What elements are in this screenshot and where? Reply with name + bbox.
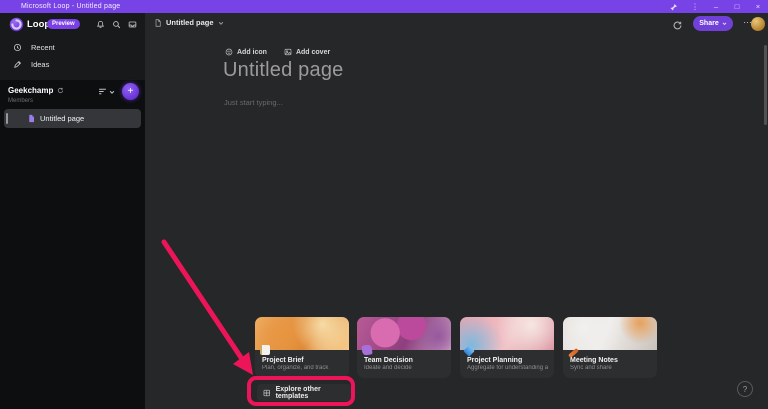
- template-subtitle: Ideate and decide: [364, 365, 445, 371]
- page-item-label: Untitled page: [40, 114, 84, 123]
- window-title: Microsoft Loop - Untitled page: [21, 3, 120, 10]
- template-thumbnail: [460, 317, 554, 350]
- template-card-project-brief[interactable]: Project Brief Plan, organize, and track: [255, 317, 349, 378]
- smiley-icon: [225, 48, 233, 56]
- sidebar: Loop Preview Recent: [0, 13, 145, 409]
- add-icon-label: Add icon: [237, 49, 267, 56]
- breadcrumb[interactable]: Untitled page: [154, 18, 224, 27]
- notifications-bell-icon[interactable]: [96, 20, 105, 29]
- help-button[interactable]: ?: [737, 381, 753, 397]
- share-button-label: Share: [699, 20, 718, 27]
- breadcrumb-page-title: Untitled page: [166, 18, 214, 27]
- chevron-down-icon: [109, 89, 115, 95]
- sort-filter-button[interactable]: [98, 87, 115, 96]
- workspace-name: Geekchamp: [8, 86, 53, 95]
- vertical-scrollbar[interactable]: [764, 45, 767, 125]
- template-subtitle: Aggregate for understanding an...: [467, 365, 548, 371]
- editor-placeholder[interactable]: Just start typing...: [224, 98, 283, 107]
- clock-icon: [13, 43, 22, 52]
- pen-icon: [13, 60, 22, 69]
- pin-icon[interactable]: [669, 0, 679, 13]
- avatar[interactable]: [751, 17, 765, 31]
- add-cover-label: Add cover: [296, 49, 330, 56]
- maximize-button[interactable]: □: [732, 0, 742, 13]
- notebook-icon: [260, 345, 270, 355]
- preview-badge: Preview: [47, 19, 80, 29]
- template-thumbnail: [255, 317, 349, 350]
- template-card-project-planning[interactable]: Project Planning Aggregate for understan…: [460, 317, 554, 378]
- diamond-icon: [463, 345, 474, 356]
- selected-indicator: [6, 113, 8, 124]
- add-icon-button[interactable]: Add icon: [225, 48, 267, 56]
- sidebar-header: Loop Preview Recent: [0, 13, 145, 80]
- new-page-button[interactable]: +: [122, 83, 139, 100]
- workspace-members-label: Members: [8, 98, 33, 104]
- template-card-meeting-notes[interactable]: Meeting Notes Sync and share: [563, 317, 657, 378]
- chevron-down-icon: [218, 20, 224, 26]
- template-title: Project Brief: [262, 357, 349, 364]
- explore-other-templates-button[interactable]: Explore other templates: [257, 384, 351, 401]
- template-thumbnail: [357, 317, 451, 350]
- sidebar-item-ideas[interactable]: Ideas: [0, 56, 145, 73]
- page-icon: [27, 114, 36, 123]
- loop-app-window: Microsoft Loop - Untitled page ⋮ – □ × L…: [0, 0, 768, 409]
- catch-up-icon[interactable]: [672, 18, 683, 29]
- grid-icon: [263, 389, 271, 397]
- decision-icon: [361, 344, 372, 355]
- add-cover-button[interactable]: Add cover: [284, 48, 330, 56]
- main-content: Untitled page Share … Add icon: [145, 13, 768, 409]
- template-title: Team Decision: [364, 357, 451, 364]
- page-icon: [154, 19, 162, 27]
- explore-button-label: Explore other templates: [276, 386, 351, 400]
- loop-logo-icon: [9, 17, 24, 32]
- page-title[interactable]: Untitled page: [223, 59, 343, 82]
- titlebar-menu-button[interactable]: ⋮: [690, 0, 700, 13]
- template-title: Project Planning: [467, 357, 554, 364]
- sidebar-item-recent[interactable]: Recent: [0, 39, 145, 56]
- inbox-icon[interactable]: [128, 20, 137, 29]
- sidebar-item-label: Ideas: [31, 60, 49, 69]
- filter-sort-icon: [98, 87, 107, 96]
- chevron-down-icon: [722, 21, 727, 26]
- sidebar-item-untitled-page[interactable]: Untitled page: [4, 109, 141, 128]
- window-titlebar: Microsoft Loop - Untitled page ⋮ – □ ×: [0, 0, 768, 13]
- workspace-section: Geekchamp Members + Untitl: [0, 80, 145, 409]
- sidebar-item-label: Recent: [31, 43, 55, 52]
- close-button[interactable]: ×: [753, 0, 763, 13]
- template-card-team-decision[interactable]: Team Decision Ideate and decide: [357, 317, 451, 378]
- sync-icon: [57, 87, 64, 94]
- workspace-header[interactable]: Geekchamp: [8, 86, 64, 95]
- share-button[interactable]: Share: [693, 16, 733, 31]
- template-subtitle: Plan, organize, and track: [262, 365, 343, 371]
- template-title: Meeting Notes: [570, 357, 657, 364]
- search-icon[interactable]: [112, 20, 121, 29]
- minimize-button[interactable]: –: [711, 0, 721, 13]
- template-subtitle: Sync and share: [570, 365, 651, 371]
- image-icon: [284, 48, 292, 56]
- template-thumbnail: [563, 317, 657, 350]
